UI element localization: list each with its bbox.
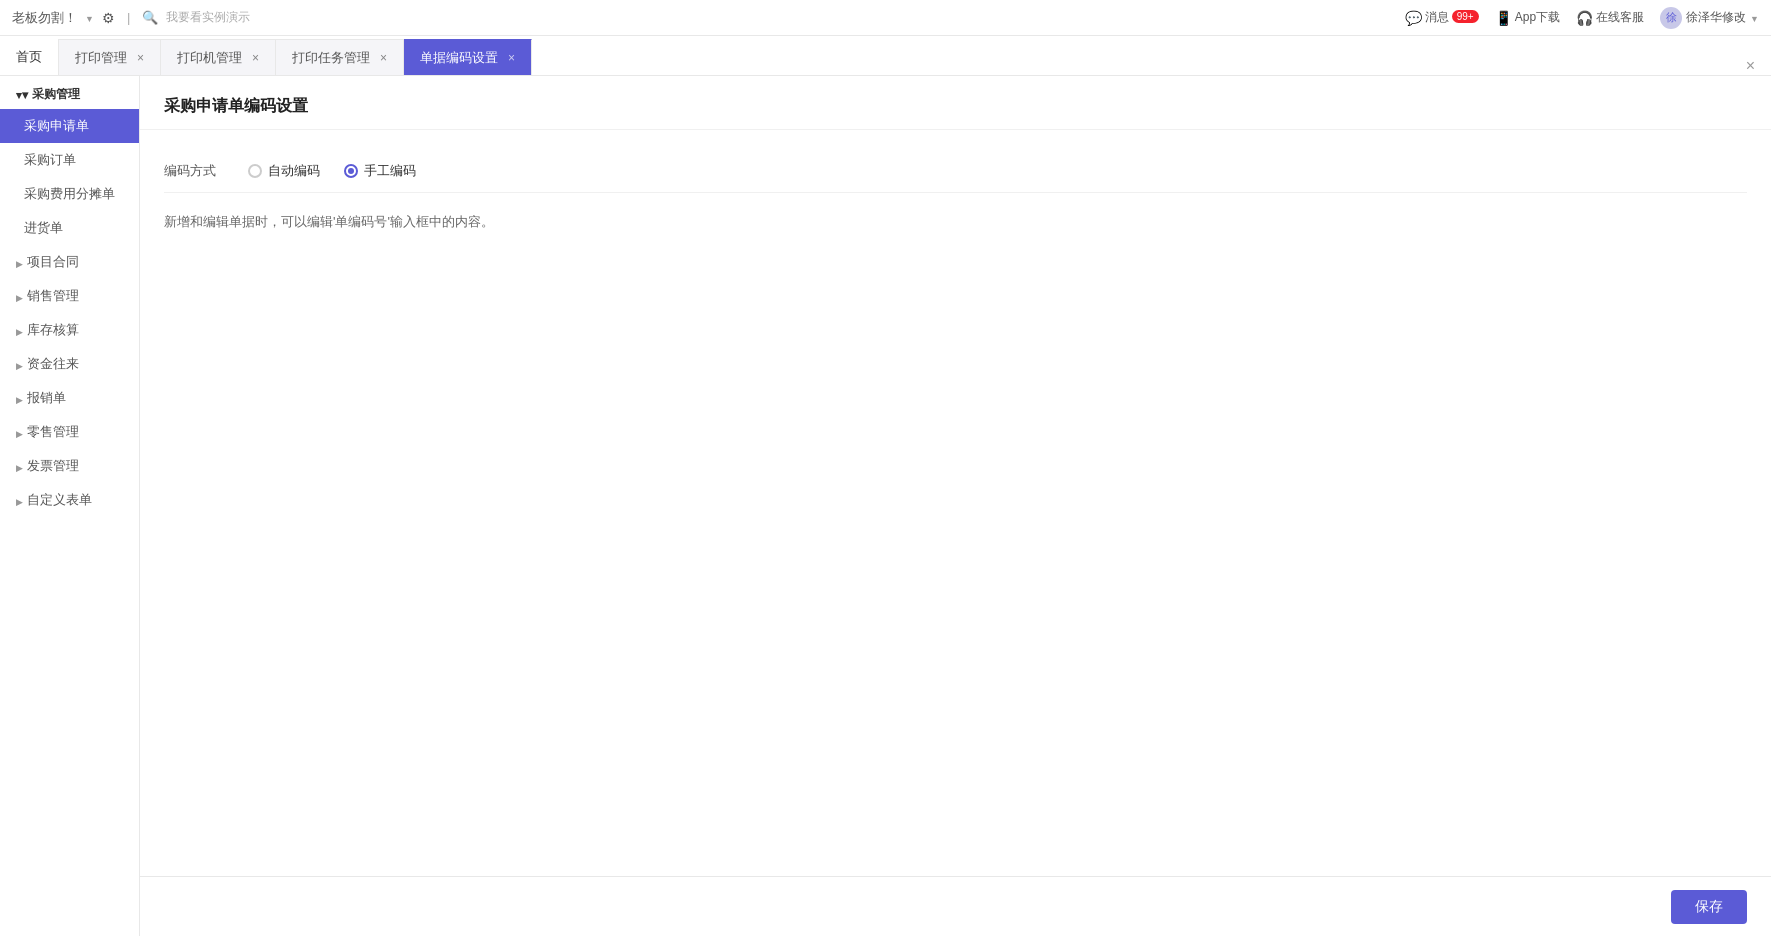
- tab-bar: 首页 打印管理 × 打印机管理 × 打印任务管理 × 单据编码设置 × ×: [0, 36, 1771, 76]
- online-service-button[interactable]: 在线客服: [1576, 9, 1644, 26]
- sidebar-group-custom-form-label: 自定义表单: [27, 491, 92, 509]
- service-label: 在线客服: [1596, 9, 1644, 26]
- layout: ▾ 采购管理 采购申请单 采购订单 采购费用分摊单 进货单 项目合同 销售管理: [0, 76, 1771, 936]
- sidebar-group-purchase-title[interactable]: ▾ 采购管理: [0, 76, 139, 109]
- sidebar-group-sales-label: 销售管理: [27, 287, 79, 305]
- user-chevron-icon: [1750, 11, 1759, 25]
- sidebar-group-project-label: 项目合同: [27, 253, 79, 271]
- sidebar-group-funds[interactable]: 资金往来: [0, 347, 139, 381]
- tab-document-code-label: 单据编码设置: [420, 49, 498, 67]
- tab-printer-management-label: 打印机管理: [177, 49, 242, 67]
- manual-encoding-option[interactable]: 手工编码: [344, 162, 416, 180]
- sidebar-group-invoice[interactable]: 发票管理: [0, 449, 139, 483]
- user-name: 徐泽华修改: [1686, 9, 1746, 26]
- chevron-right-icon: [16, 459, 23, 474]
- page-footer: 保存: [140, 876, 1771, 936]
- chevron-right-icon: [16, 391, 23, 406]
- sidebar-group-purchase-label: 采购管理: [32, 86, 80, 103]
- auto-encoding-radio[interactable]: [248, 164, 262, 178]
- page-header: 采购申请单编码设置: [140, 76, 1771, 130]
- sidebar-group-expense-claim[interactable]: 报销单: [0, 381, 139, 415]
- encoding-label: 编码方式: [164, 162, 224, 180]
- main-content: 采购申请单编码设置 编码方式 自动编码 手工编码 新增和编辑单据时，可以编辑'单…: [140, 76, 1771, 936]
- auto-encoding-option[interactable]: 自动编码: [248, 162, 320, 180]
- top-bar: 老板勿割！ | 🔍 我要看实例演示 消息 99+ App下载 在线客服 徐 徐泽…: [0, 0, 1771, 36]
- sidebar-item-purchase-expense[interactable]: 采购费用分摊单: [0, 177, 139, 211]
- sidebar-group-expense-claim-label: 报销单: [27, 389, 66, 407]
- app-download-button[interactable]: App下载: [1495, 9, 1560, 26]
- message-badge: 99+: [1452, 10, 1479, 23]
- tab-printer-management-close[interactable]: ×: [252, 51, 259, 65]
- avatar: 徐: [1660, 7, 1682, 29]
- page-title: 采购申请单编码设置: [164, 96, 1747, 117]
- service-icon: [1576, 10, 1593, 26]
- app-icon: [1495, 10, 1512, 26]
- chevron-right-icon: [16, 357, 23, 372]
- brand-text: 老板勿割！: [12, 9, 77, 27]
- tab-print-task[interactable]: 打印任务管理 ×: [276, 39, 404, 75]
- save-button[interactable]: 保存: [1671, 890, 1747, 924]
- chevron-right-icon: [16, 255, 23, 270]
- sidebar-group-retail[interactable]: 零售管理: [0, 415, 139, 449]
- tab-print-management-close[interactable]: ×: [137, 51, 144, 65]
- search-placeholder-text: 我要看实例演示: [166, 9, 250, 26]
- manual-encoding-radio[interactable]: [344, 164, 358, 178]
- chevron-right-icon: [16, 289, 23, 304]
- tab-printer-management[interactable]: 打印机管理 ×: [161, 39, 276, 75]
- manual-encoding-label: 手工编码: [364, 162, 416, 180]
- sidebar-group-purchase: ▾ 采购管理 采购申请单 采购订单 采购费用分摊单 进货单: [0, 76, 139, 245]
- sidebar-group-sales[interactable]: 销售管理: [0, 279, 139, 313]
- main-close-button[interactable]: ×: [1746, 57, 1771, 75]
- auto-encoding-label: 自动编码: [268, 162, 320, 180]
- tab-document-code-close[interactable]: ×: [508, 51, 515, 65]
- top-bar-right: 消息 99+ App下载 在线客服 徐 徐泽华修改: [1405, 7, 1759, 29]
- chevron-right-icon: [16, 323, 23, 338]
- tab-print-management-label: 打印管理: [75, 49, 127, 67]
- message-label: 消息: [1425, 9, 1449, 26]
- sidebar-group-invoice-label: 发票管理: [27, 457, 79, 475]
- sidebar-item-purchase-request[interactable]: 采购申请单: [0, 109, 139, 143]
- sidebar-group-funds-label: 资金往来: [27, 355, 79, 373]
- search-icon: 🔍: [142, 10, 158, 25]
- sidebar-item-purchase-order[interactable]: 采购订单: [0, 143, 139, 177]
- app-label: App下载: [1515, 9, 1560, 26]
- tab-print-management[interactable]: 打印管理 ×: [59, 39, 161, 75]
- chevron-down-icon[interactable]: [85, 10, 94, 25]
- sidebar-group-inventory[interactable]: 库存核算: [0, 313, 139, 347]
- tab-print-task-close[interactable]: ×: [380, 51, 387, 65]
- tab-print-task-label: 打印任务管理: [292, 49, 370, 67]
- tab-home-label: 首页: [16, 48, 42, 66]
- user-menu[interactable]: 徐 徐泽华修改: [1660, 7, 1759, 29]
- tab-home[interactable]: 首页: [0, 39, 59, 75]
- content-body: 编码方式 自动编码 手工编码 新增和编辑单据时，可以编辑'单编码号'输入框中的内…: [140, 130, 1771, 876]
- sidebar: ▾ 采购管理 采购申请单 采购订单 采购费用分摊单 进货单 项目合同 销售管理: [0, 76, 140, 936]
- chevron-right-icon: [16, 493, 23, 508]
- sidebar-group-inventory-label: 库存核算: [27, 321, 79, 339]
- sidebar-group-custom-form[interactable]: 自定义表单: [0, 483, 139, 517]
- settings-icon[interactable]: [102, 10, 115, 26]
- message-icon: [1405, 10, 1422, 26]
- top-bar-left: 老板勿割！ | 🔍 我要看实例演示: [12, 9, 250, 27]
- sidebar-group-project[interactable]: 项目合同: [0, 245, 139, 279]
- sidebar-item-stock-in[interactable]: 进货单: [0, 211, 139, 245]
- collapse-icon: ▾: [16, 88, 28, 102]
- hint-text: 新增和编辑单据时，可以编辑'单编码号'输入框中的内容。: [164, 213, 1747, 231]
- chevron-right-icon: [16, 425, 23, 440]
- sidebar-group-retail-label: 零售管理: [27, 423, 79, 441]
- encoding-row: 编码方式 自动编码 手工编码: [164, 150, 1747, 193]
- tab-document-code[interactable]: 单据编码设置 ×: [404, 39, 532, 75]
- message-button[interactable]: 消息 99+: [1405, 9, 1479, 26]
